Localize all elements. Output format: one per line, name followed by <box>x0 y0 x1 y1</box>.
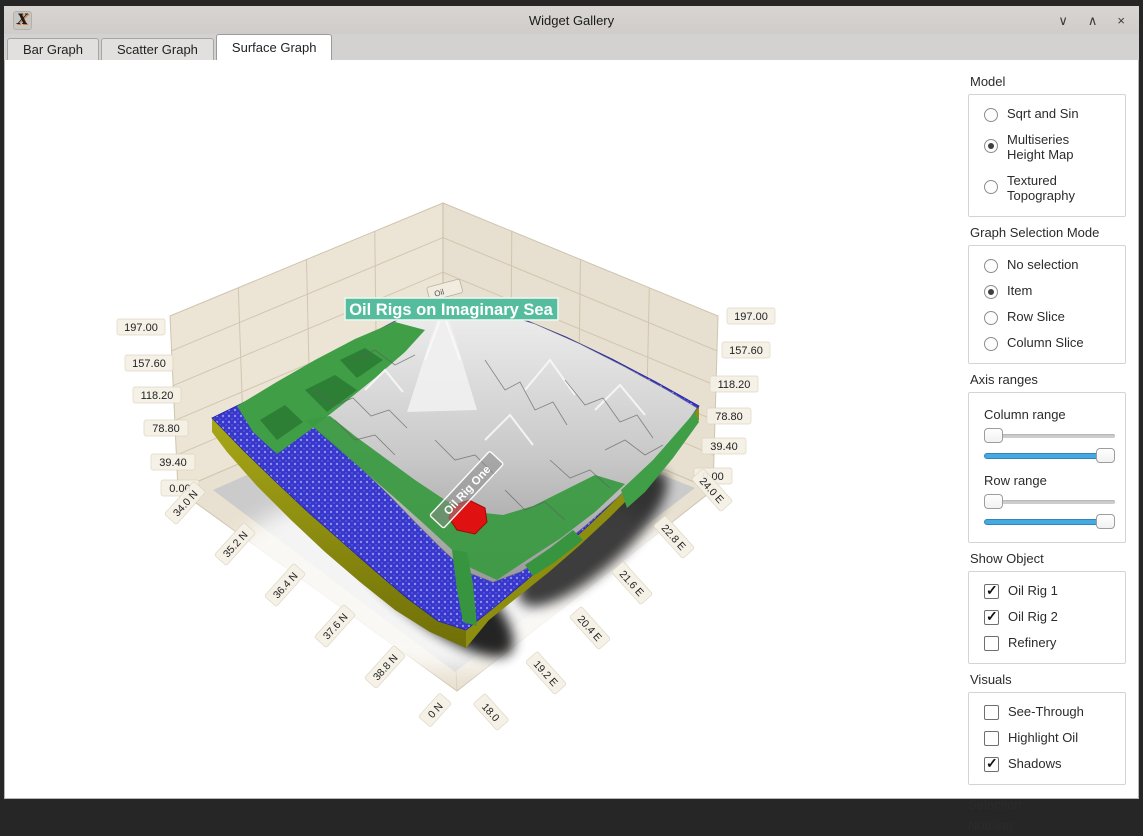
radio-icon[interactable] <box>984 337 998 351</box>
checkbox-icon[interactable] <box>984 731 999 746</box>
row-range-max-slider[interactable] <box>984 513 1115 530</box>
checkbox-see-through[interactable]: See-Through <box>984 705 1119 720</box>
radio-textured-topography[interactable]: Textured Topography <box>984 174 1119 204</box>
radio-icon[interactable] <box>984 180 998 194</box>
svg-text:157.60: 157.60 <box>132 358 166 370</box>
surface-graph-page: Oil Rig One Oil Oil Rigs on Imaginary Se… <box>4 60 1139 799</box>
checkbox-oil-rig-2[interactable]: Oil Rig 2 <box>984 610 1119 625</box>
radio-row-slice[interactable]: Row Slice <box>984 310 1119 325</box>
radio-column-slice[interactable]: Column Slice <box>984 336 1119 351</box>
slider-handle[interactable] <box>1096 448 1115 463</box>
tab-surface-graph[interactable]: Surface Graph <box>216 34 333 60</box>
column-range-min-slider[interactable] <box>984 427 1115 444</box>
slider-track[interactable] <box>984 434 1115 438</box>
selection-mode-group: No selection Item Row Slice Column Slice <box>968 245 1126 364</box>
column-range-label: Column range <box>984 407 1115 422</box>
controls-sidebar: Model Sqrt and Sin Multiseries Height Ma… <box>968 60 1138 798</box>
svg-text:197.00: 197.00 <box>124 322 158 334</box>
minimize-icon[interactable]: ∨ <box>1058 14 1068 27</box>
checkbox-checked-icon[interactable] <box>984 757 999 772</box>
model-group: Sqrt and Sin Multiseries Height Map Text… <box>968 94 1126 217</box>
tab-bar-graph[interactable]: Bar Graph <box>7 38 99 60</box>
column-range-max-slider[interactable] <box>984 447 1115 464</box>
checkbox-checked-icon[interactable] <box>984 610 999 625</box>
radio-icon[interactable] <box>984 259 998 273</box>
svg-text:78.80: 78.80 <box>152 423 180 435</box>
row-range-label: Row range <box>984 473 1115 488</box>
show-object-group: Oil Rig 1 Oil Rig 2 Refinery <box>968 571 1126 664</box>
checkbox-icon[interactable] <box>984 636 999 651</box>
axis-ranges-group-title: Axis ranges <box>970 372 1126 387</box>
tab-bar: Bar Graph Scatter Graph Surface Graph <box>4 34 1139 60</box>
checkbox-shadows[interactable]: Shadows <box>984 757 1119 772</box>
selection-label: Selection: <box>968 795 1126 816</box>
checkbox-highlight-oil[interactable]: Highlight Oil <box>984 731 1119 746</box>
radio-icon[interactable] <box>984 311 998 325</box>
close-icon[interactable]: × <box>1117 14 1125 27</box>
selection-value: Nothing <box>968 816 1126 836</box>
checkbox-oil-rig-1[interactable]: Oil Rig 1 <box>984 584 1119 599</box>
title-bar[interactable]: X Widget Gallery ∨ ∧ × <box>4 6 1139 34</box>
svg-text:39.40: 39.40 <box>710 441 738 453</box>
slider-handle[interactable] <box>984 494 1003 509</box>
svg-text:39.40: 39.40 <box>159 457 187 469</box>
slider-handle[interactable] <box>1096 514 1115 529</box>
chart-title: Oil Rigs on Imaginary Sea <box>345 298 558 320</box>
checkbox-icon[interactable] <box>984 705 999 720</box>
radio-selected-icon[interactable] <box>984 285 998 299</box>
axis-ranges-group: Column range Row range <box>968 392 1126 543</box>
row-range-min-slider[interactable] <box>984 493 1115 510</box>
tab-scatter-graph[interactable]: Scatter Graph <box>101 38 214 60</box>
svg-text:118.20: 118.20 <box>718 379 751 391</box>
checkbox-checked-icon[interactable] <box>984 584 999 599</box>
visuals-group-title: Visuals <box>970 672 1126 687</box>
window-title: Widget Gallery <box>4 13 1139 28</box>
radio-multiseries-height-map[interactable]: Multiseries Height Map <box>984 133 1119 163</box>
maximize-icon[interactable]: ∧ <box>1088 14 1098 27</box>
svg-text:118.20: 118.20 <box>141 390 174 402</box>
surface-3d-view[interactable]: Oil Rig One Oil Oil Rigs on Imaginary Se… <box>5 60 967 797</box>
svg-text:157.60: 157.60 <box>729 345 763 357</box>
selection-mode-group-title: Graph Selection Mode <box>970 225 1126 240</box>
slider-track[interactable] <box>984 500 1115 504</box>
svg-text:197.00: 197.00 <box>734 311 768 323</box>
radio-sqrt-and-sin[interactable]: Sqrt and Sin <box>984 107 1119 122</box>
radio-icon[interactable] <box>984 108 998 122</box>
svg-text:Oil Rigs on Imaginary Sea: Oil Rigs on Imaginary Sea <box>349 301 553 319</box>
checkbox-refinery[interactable]: Refinery <box>984 636 1119 651</box>
show-object-group-title: Show Object <box>970 551 1126 566</box>
radio-no-selection[interactable]: No selection <box>984 258 1119 273</box>
svg-text:78.80: 78.80 <box>715 411 743 423</box>
radio-selected-icon[interactable] <box>984 139 998 153</box>
radio-item[interactable]: Item <box>984 284 1119 299</box>
surface-3d-canvas[interactable]: Oil Rig One Oil Oil Rigs on Imaginary Se… <box>5 60 967 797</box>
slider-handle[interactable] <box>984 428 1003 443</box>
model-group-title: Model <box>970 74 1126 89</box>
visuals-group: See-Through Highlight Oil Shadows <box>968 692 1126 785</box>
